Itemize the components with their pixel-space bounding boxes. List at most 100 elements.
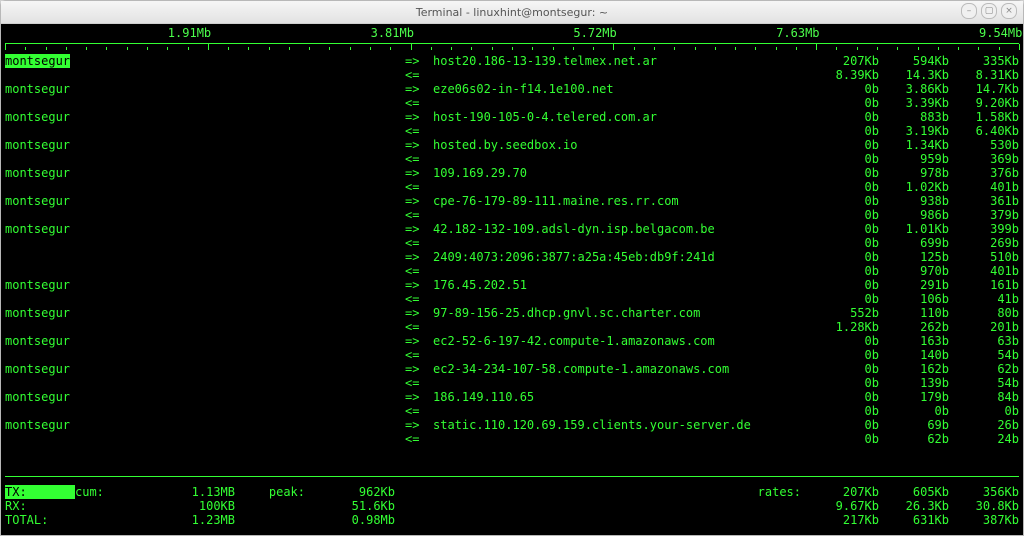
- remote-host: 176.45.202.51: [433, 278, 809, 292]
- local-host: montsegur: [5, 222, 405, 236]
- rate-col-1: 0b: [809, 250, 879, 264]
- rx-peak: 51.6Kb: [305, 499, 395, 513]
- connection-row: <=0b3.39Kb9.20Kb: [5, 96, 1019, 110]
- scale-label: 3.81Mb: [371, 26, 414, 40]
- local-host: montsegur: [5, 138, 405, 152]
- rate-col-1: 0b: [809, 278, 879, 292]
- connection-row: <=0b3.19Kb6.40Kb: [5, 124, 1019, 138]
- tx-cum: 1.13MB: [145, 485, 235, 499]
- rate-col-2: 978b: [879, 166, 949, 180]
- local-host: [5, 236, 405, 250]
- connection-row: <=0b62b24b: [5, 432, 1019, 446]
- close-button[interactable]: ×: [1001, 3, 1017, 19]
- rate-col-3: 510b: [949, 250, 1019, 264]
- rate-col-3: 24b: [949, 432, 1019, 446]
- rate-col-1: 0b: [809, 362, 879, 376]
- remote-host: 186.149.110.65: [433, 390, 809, 404]
- connection-row: montsegur=>176.45.202.510b291b161b: [5, 278, 1019, 292]
- total-cum: 1.23MB: [145, 513, 235, 527]
- stats-footer: TX: cum: 1.13MB peak: 962Kb rates: 207Kb…: [5, 485, 1019, 527]
- rate-col-1: 0b: [809, 376, 879, 390]
- rate-col-1: 0b: [809, 82, 879, 96]
- connection-row: montsegur=>host20.186-13-139.telmex.net.…: [5, 54, 1019, 68]
- rate-col-3: 401b: [949, 264, 1019, 278]
- rate-col-3: 369b: [949, 152, 1019, 166]
- connection-row: <=0b699b269b: [5, 236, 1019, 250]
- remote-host: ec2-52-6-197-42.compute-1.amazonaws.com: [433, 334, 809, 348]
- rate-col-1: 0b: [809, 166, 879, 180]
- connection-row: <=1.28Kb262b201b: [5, 320, 1019, 334]
- rate-col-3: 8.31Kb: [949, 68, 1019, 82]
- scale-label: 5.72Mb: [573, 26, 616, 40]
- direction-arrow: =>: [405, 54, 433, 68]
- rate-col-3: 26b: [949, 418, 1019, 432]
- rx-rate-2: 26.3Kb: [879, 499, 949, 513]
- rate-col-3: 80b: [949, 306, 1019, 320]
- direction-arrow: =>: [405, 138, 433, 152]
- remote-host: [433, 180, 809, 194]
- remote-host: [433, 152, 809, 166]
- connection-row: montsegur=>ec2-34-234-107-58.compute-1.a…: [5, 362, 1019, 376]
- rate-col-2: 291b: [879, 278, 949, 292]
- local-host: [5, 404, 405, 418]
- rate-col-2: 125b: [879, 250, 949, 264]
- rate-col-1: 207Kb: [809, 54, 879, 68]
- connection-row: <=0b106b41b: [5, 292, 1019, 306]
- connection-row: <=0b970b401b: [5, 264, 1019, 278]
- rate-col-1: 0b: [809, 152, 879, 166]
- remote-host: [433, 376, 809, 390]
- local-host: montsegur: [5, 54, 405, 68]
- rate-col-3: 1.58Kb: [949, 110, 1019, 124]
- rate-col-3: 361b: [949, 194, 1019, 208]
- remote-host: [433, 432, 809, 446]
- tx-label: TX:: [5, 485, 75, 499]
- tx-rate-2: 605Kb: [879, 485, 949, 499]
- rate-col-1: 0b: [809, 110, 879, 124]
- local-host: [5, 180, 405, 194]
- connection-row: montsegur=>eze06s02-in-f14.1e100.net0b3.…: [5, 82, 1019, 96]
- total-rate-3: 387Kb: [949, 513, 1019, 527]
- direction-arrow: =>: [405, 82, 433, 96]
- scale-mark: [1019, 44, 1020, 50]
- local-host: [5, 376, 405, 390]
- connection-row: <=0b959b369b: [5, 152, 1019, 166]
- direction-arrow: =>: [405, 110, 433, 124]
- direction-arrow: <=: [405, 376, 433, 390]
- rate-col-3: 379b: [949, 208, 1019, 222]
- remote-host: [433, 348, 809, 362]
- remote-host: [433, 208, 809, 222]
- local-host: [5, 96, 405, 110]
- connection-row: montsegur=>ec2-52-6-197-42.compute-1.ama…: [5, 334, 1019, 348]
- tx-rate-3: 356Kb: [949, 485, 1019, 499]
- rate-col-2: 262b: [879, 320, 949, 334]
- total-label: TOTAL:: [5, 513, 75, 527]
- direction-arrow: =>: [405, 250, 433, 264]
- maximize-button[interactable]: ▢: [981, 3, 997, 19]
- remote-host: 97-89-156-25.dhcp.gnvl.sc.charter.com: [433, 306, 809, 320]
- connection-row: montsegur=>host-190-105-0-4.telered.com.…: [5, 110, 1019, 124]
- direction-arrow: =>: [405, 166, 433, 180]
- local-host: montsegur: [5, 306, 405, 320]
- scale-mark: [816, 44, 817, 50]
- rate-col-1: 0b: [809, 348, 879, 362]
- local-host: montsegur: [5, 390, 405, 404]
- rate-col-2: 1.02Kb: [879, 180, 949, 194]
- rate-col-3: 41b: [949, 292, 1019, 306]
- rate-col-1: 0b: [809, 208, 879, 222]
- rate-col-3: 9.20Kb: [949, 96, 1019, 110]
- window-title: Terminal - linuxhint@montsegur: ~: [416, 6, 608, 19]
- rx-label: RX:: [5, 499, 75, 513]
- terminal-content[interactable]: 1.91Mb3.81Mb5.72Mb7.63Mb9.54Mb montsegur…: [1, 24, 1023, 535]
- direction-arrow: <=: [405, 320, 433, 334]
- rate-col-1: 8.39Kb: [809, 68, 879, 82]
- rate-col-3: 335Kb: [949, 54, 1019, 68]
- rate-col-2: 162b: [879, 362, 949, 376]
- total-rate-2: 631Kb: [879, 513, 949, 527]
- rate-col-1: 0b: [809, 390, 879, 404]
- rate-col-3: 269b: [949, 236, 1019, 250]
- direction-arrow: =>: [405, 278, 433, 292]
- minimize-button[interactable]: –: [961, 3, 977, 19]
- connection-list: montsegur=>host20.186-13-139.telmex.net.…: [5, 54, 1019, 446]
- rx-rate-1: 9.67Kb: [809, 499, 879, 513]
- connection-row: montsegur=>static.110.120.69.159.clients…: [5, 418, 1019, 432]
